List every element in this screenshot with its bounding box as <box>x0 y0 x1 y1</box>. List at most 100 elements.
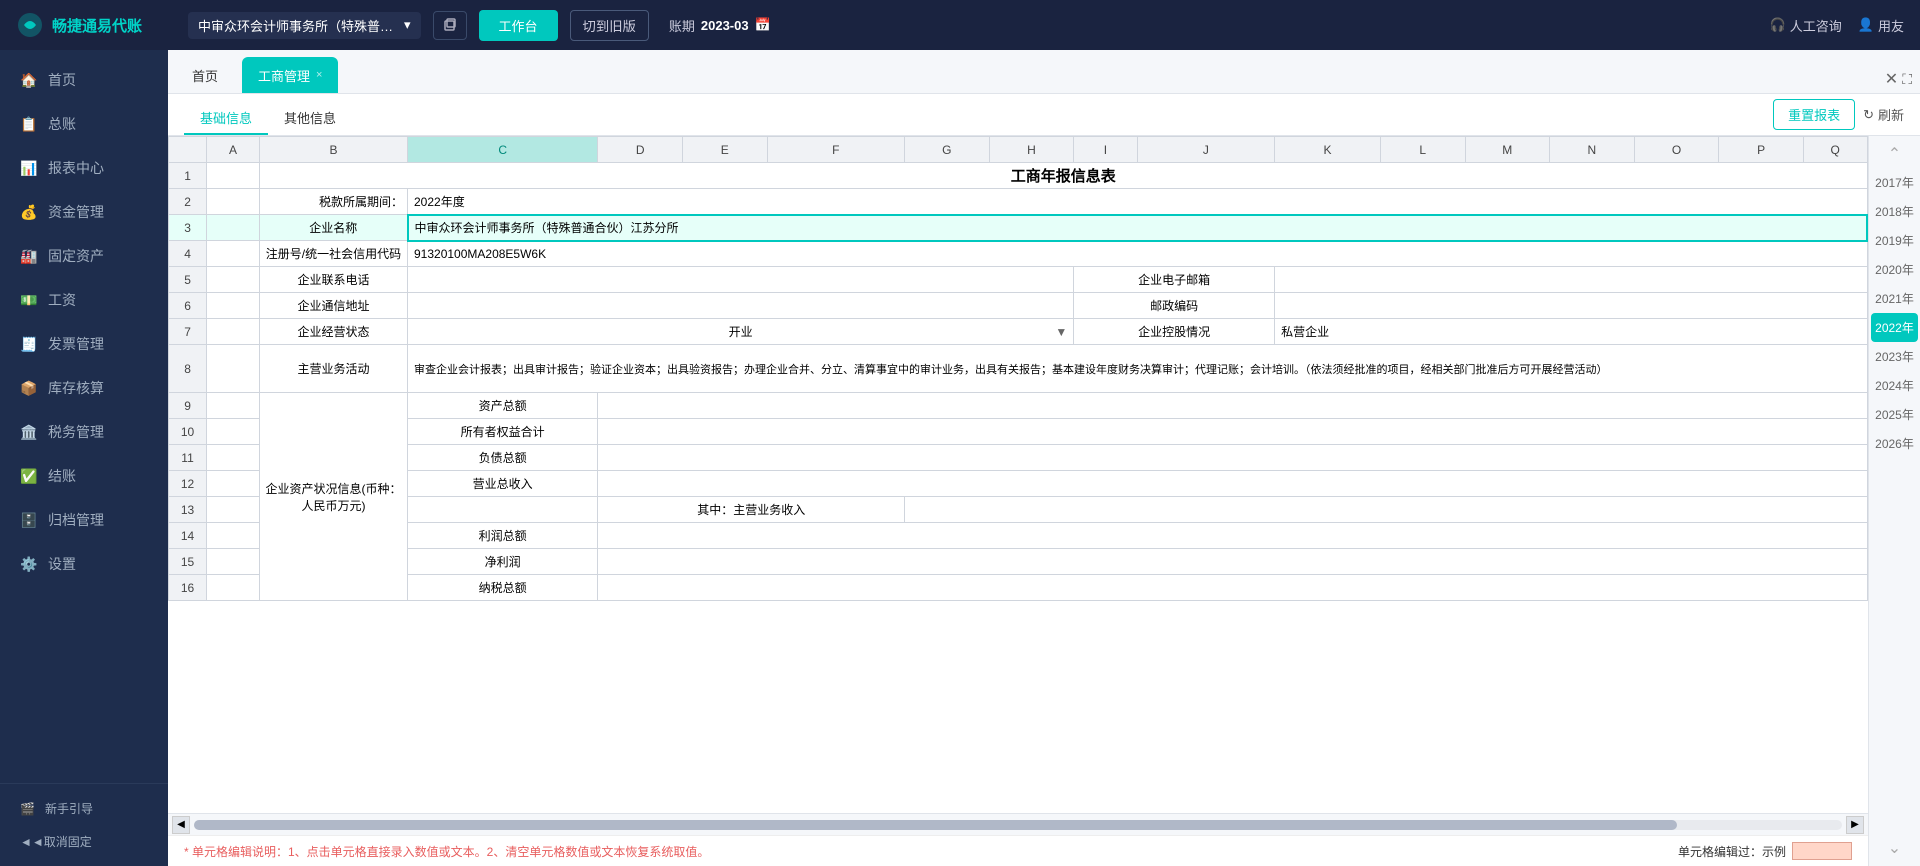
cell-13-d[interactable]: 其中：主营业务收入 <box>598 497 905 523</box>
cell-15-a[interactable] <box>207 549 260 575</box>
user-area[interactable]: 👤 用友 <box>1858 16 1904 35</box>
tab-close-icon[interactable]: × <box>316 69 322 81</box>
cell-14-c[interactable]: 利润总额 <box>408 523 598 549</box>
year-btn-2021[interactable]: 2021年 <box>1871 284 1918 313</box>
cell-13-a[interactable] <box>207 497 260 523</box>
cell-13-g[interactable] <box>905 497 1867 523</box>
sub-tab-other[interactable]: 其他信息 <box>268 102 352 135</box>
cell-11-a[interactable] <box>207 445 260 471</box>
h-scrollbar-track[interactable] <box>194 820 1842 830</box>
switch-version-button[interactable]: 切到旧版 <box>570 10 649 41</box>
cell-13-c[interactable] <box>408 497 598 523</box>
cell-2-a[interactable] <box>207 189 260 215</box>
cell-7-c[interactable]: 开业 ▼ <box>408 319 1074 345</box>
cell-10-d[interactable] <box>598 419 1867 445</box>
cell-14-d[interactable] <box>598 523 1867 549</box>
year-btn-2019[interactable]: 2019年 <box>1871 226 1918 255</box>
cell-12-d[interactable] <box>598 471 1867 497</box>
cell-5-c[interactable] <box>408 267 1074 293</box>
year-btn-2017[interactable]: 2017年 <box>1871 168 1918 197</box>
sidebar-item-newguide[interactable]: 🎬 新手引导 <box>0 792 168 825</box>
year-scroll-down-btn[interactable]: ⌄ <box>1884 834 1905 862</box>
cell-16-a[interactable] <box>207 575 260 601</box>
cell-11-c[interactable]: 负债总额 <box>408 445 598 471</box>
cell-15-c[interactable]: 净利润 <box>408 549 598 575</box>
cell-9-b[interactable]: 企业资产状况信息(币种：人民币万元) <box>259 393 407 601</box>
sidebar-item-report[interactable]: 📊 报表中心 <box>0 146 168 190</box>
support-button[interactable]: 🎧 人工咨询 <box>1770 16 1842 35</box>
cell-6-c[interactable] <box>408 293 1074 319</box>
year-btn-2026[interactable]: 2026年 <box>1871 429 1918 458</box>
refresh-button[interactable]: ↻ 刷新 <box>1863 105 1904 124</box>
close-window-btn[interactable]: ✕ <box>1885 69 1898 89</box>
maximize-btn[interactable]: ⛶ <box>1902 71 1912 88</box>
cell-10-c[interactable]: 所有者权益合计 <box>408 419 598 445</box>
spreadsheet-container[interactable]: A B C D E F G H I J K L <box>168 136 1868 813</box>
cell-3-c[interactable]: 中审众环会计师事务所（特殊普通合伙）江苏分所 <box>408 215 1868 241</box>
cell-4-b[interactable]: 注册号/统一社会信用代码 <box>259 241 407 267</box>
sidebar-item-tax[interactable]: 🏛️ 税务管理 <box>0 410 168 454</box>
sidebar-item-archive[interactable]: 🗄️ 归档管理 <box>0 498 168 542</box>
sidebar-item-inventory[interactable]: 📦 库存核算 <box>0 366 168 410</box>
sidebar-item-salary[interactable]: 💵 工资 <box>0 278 168 322</box>
cell-2-b[interactable]: 税款所属期间： <box>259 189 407 215</box>
cell-7-b[interactable]: 企业经营状态 <box>259 319 407 345</box>
cell-3-b[interactable]: 企业名称 <box>259 215 407 241</box>
copy-icon-btn[interactable] <box>433 11 467 40</box>
year-btn-2018[interactable]: 2018年 <box>1871 197 1918 226</box>
sidebar-item-home[interactable]: 🏠 首页 <box>0 58 168 102</box>
cell-6-a[interactable] <box>207 293 260 319</box>
year-btn-2022[interactable]: 2022年 <box>1871 313 1918 342</box>
cell-2-c[interactable]: 2022年度 <box>408 189 1868 215</box>
cell-11-d[interactable] <box>598 445 1867 471</box>
cell-5-a[interactable] <box>207 267 260 293</box>
cell-1-a[interactable] <box>207 163 260 189</box>
cell-5-j[interactable]: 企业电子邮箱 <box>1074 267 1275 293</box>
cell-16-c[interactable]: 纳税总额 <box>408 575 598 601</box>
cell-5-b[interactable]: 企业联系电话 <box>259 267 407 293</box>
sidebar-item-assets[interactable]: 🏭 固定资产 <box>0 234 168 278</box>
sidebar-item-invoice[interactable]: 🧾 发票管理 <box>0 322 168 366</box>
year-btn-2024[interactable]: 2024年 <box>1871 371 1918 400</box>
year-scroll-up-btn[interactable]: ⌃ <box>1884 140 1905 168</box>
cell-8-b[interactable]: 主营业务活动 <box>259 345 407 393</box>
scroll-left-btn[interactable]: ◀ <box>172 816 190 834</box>
tab-home[interactable]: 首页 <box>176 57 234 93</box>
sidebar-item-ledger[interactable]: 📋 总账 <box>0 102 168 146</box>
company-selector[interactable]: 中审众环会计师事务所（特殊普通合伙...） ▾ <box>188 12 421 39</box>
reset-report-button[interactable]: 重置报表 <box>1773 99 1855 130</box>
scroll-right-btn[interactable]: ▶ <box>1846 816 1864 834</box>
cell-6-j[interactable]: 邮政编码 <box>1074 293 1275 319</box>
year-btn-2020[interactable]: 2020年 <box>1871 255 1918 284</box>
cell-9-a[interactable] <box>207 393 260 419</box>
h-scroll-bar[interactable]: ◀ ▶ <box>168 813 1868 835</box>
cell-9-d[interactable] <box>598 393 1867 419</box>
cell-8-a[interactable] <box>207 345 260 393</box>
cell-14-a[interactable] <box>207 523 260 549</box>
cell-1-title[interactable]: 工商年报信息表 <box>259 163 1867 189</box>
cell-7-a[interactable] <box>207 319 260 345</box>
cell-6-k[interactable] <box>1275 293 1867 319</box>
cell-10-a[interactable] <box>207 419 260 445</box>
cell-8-c[interactable]: 审查企业会计报表；出具审计报告；验证企业资本；出具验资报告；办理企业合并、分立、… <box>408 345 1868 393</box>
sidebar-item-unpin[interactable]: ◄◄取消固定 <box>0 825 168 858</box>
cell-9-c[interactable]: 资产总额 <box>408 393 598 419</box>
workbench-button[interactable]: 工作台 <box>479 10 558 41</box>
calendar-icon[interactable]: 📅 <box>755 17 771 33</box>
cell-4-c[interactable]: 91320100MA208E5W6K <box>408 241 1868 267</box>
cell-12-a[interactable] <box>207 471 260 497</box>
cell-4-a[interactable] <box>207 241 260 267</box>
year-btn-2025[interactable]: 2025年 <box>1871 400 1918 429</box>
cell-12-c[interactable]: 营业总收入 <box>408 471 598 497</box>
sidebar-item-finance[interactable]: 💰 资金管理 <box>0 190 168 234</box>
cell-7-k[interactable]: 私营企业 <box>1275 319 1867 345</box>
sidebar-item-settle[interactable]: ✅ 结账 <box>0 454 168 498</box>
year-btn-2023[interactable]: 2023年 <box>1871 342 1918 371</box>
cell-7-j[interactable]: 企业控股情况 <box>1074 319 1275 345</box>
tab-biz[interactable]: 工商管理 × <box>242 57 338 93</box>
sidebar-item-settings[interactable]: ⚙️ 设置 <box>0 542 168 586</box>
cell-16-d[interactable] <box>598 575 1867 601</box>
cell-5-k[interactable] <box>1275 267 1867 293</box>
cell-6-b[interactable]: 企业通信地址 <box>259 293 407 319</box>
sub-tab-basic[interactable]: 基础信息 <box>184 102 268 135</box>
